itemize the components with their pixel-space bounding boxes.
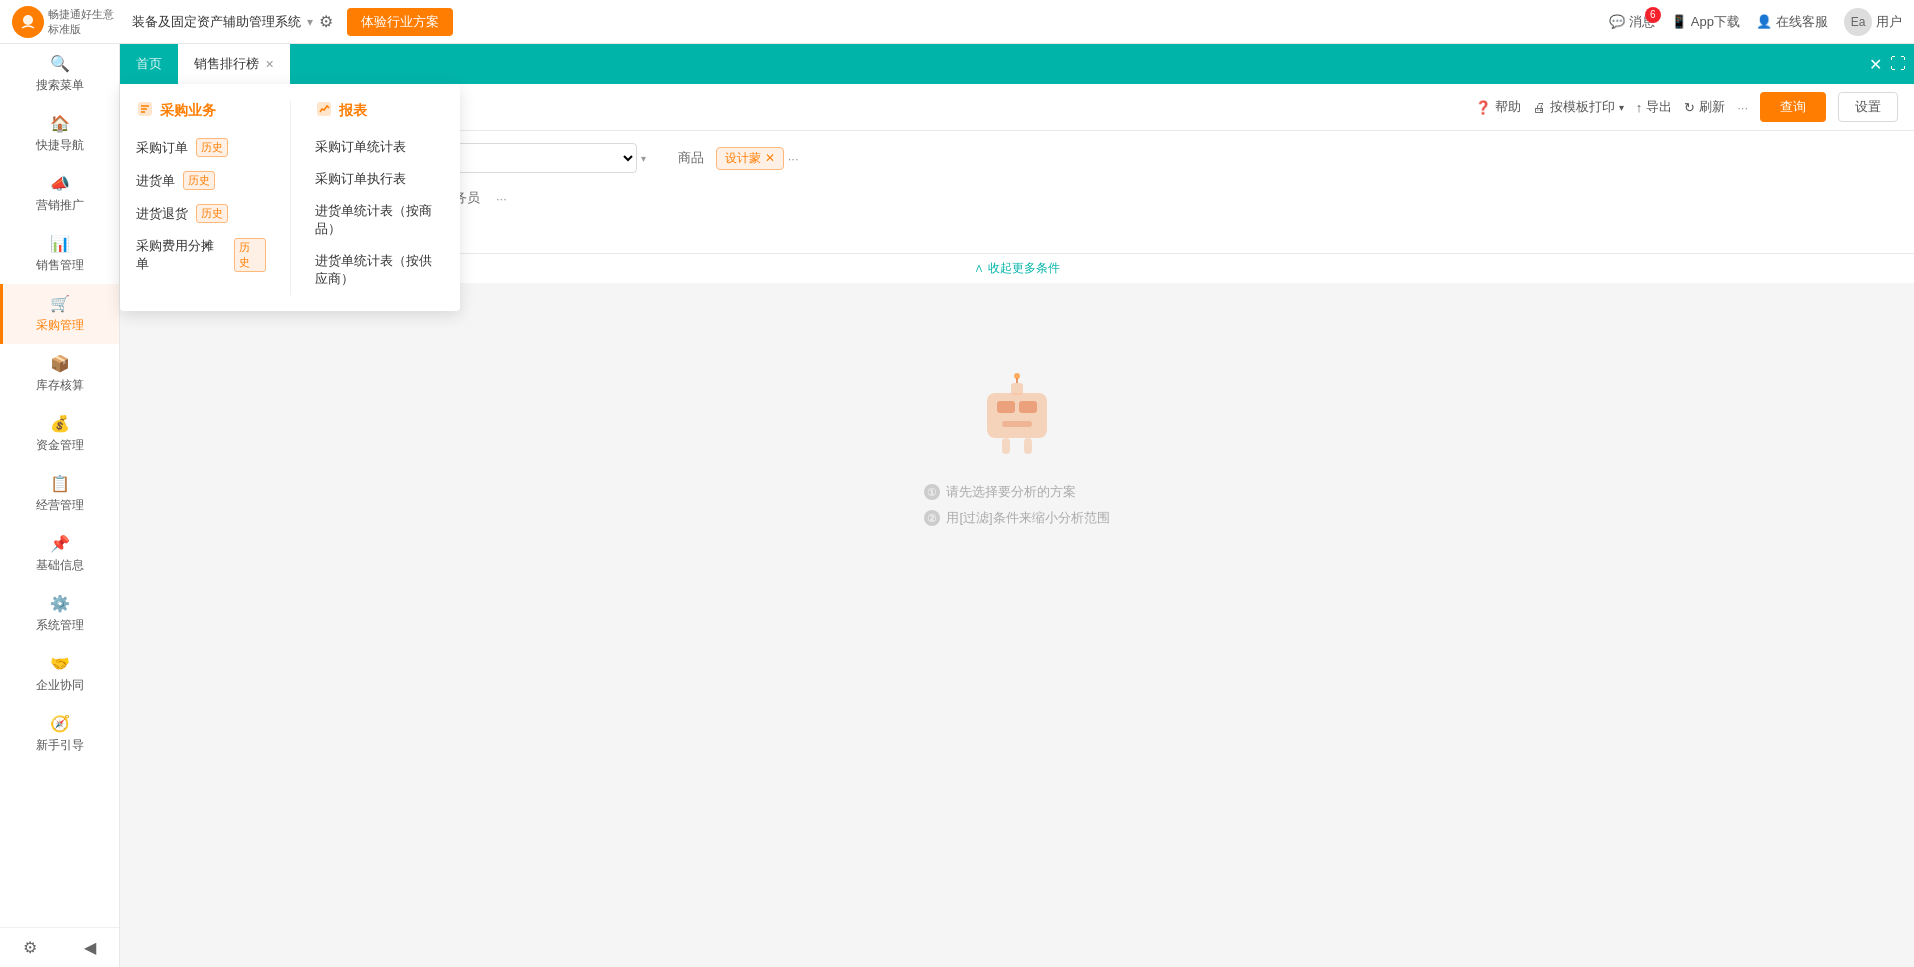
system-settings-button[interactable]: ⚙ [319,12,333,31]
app-download-button[interactable]: 📱 App下载 [1671,13,1740,31]
system-name: 装备及固定资产辅助管理系统 [132,13,301,31]
system-area: 装备及固定资产辅助管理系统 ▾ ⚙ 体验行业方案 [132,8,1609,36]
message-icon: 💬 [1609,14,1625,29]
logo-area: 畅捷通好生意 标准版 [12,6,132,38]
topbar-right: 💬 消息 6 📱 App下载 👤 在线客服 Ea 用户 [1609,8,1902,36]
topbar: 畅捷通好生意 标准版 装备及固定资产辅助管理系统 ▾ ⚙ 体验行业方案 💬 消息… [0,0,1914,44]
user-menu-button[interactable]: Ea 用户 [1844,8,1902,36]
online-service-button[interactable]: 👤 在线客服 [1756,13,1828,31]
service-icon: 👤 [1756,14,1772,29]
message-badge: 6 [1645,7,1661,23]
phone-icon: 📱 [1671,14,1687,29]
message-button[interactable]: 💬 消息 6 [1609,13,1655,31]
logo-icon [12,6,44,38]
avatar: Ea [1844,8,1872,36]
industry-solution-button[interactable]: 体验行业方案 [347,8,453,36]
logo-text: 畅捷通好生意 标准版 [48,7,114,36]
dropdown-arrow-icon[interactable]: ▾ [307,15,313,29]
svg-point-0 [23,15,33,25]
